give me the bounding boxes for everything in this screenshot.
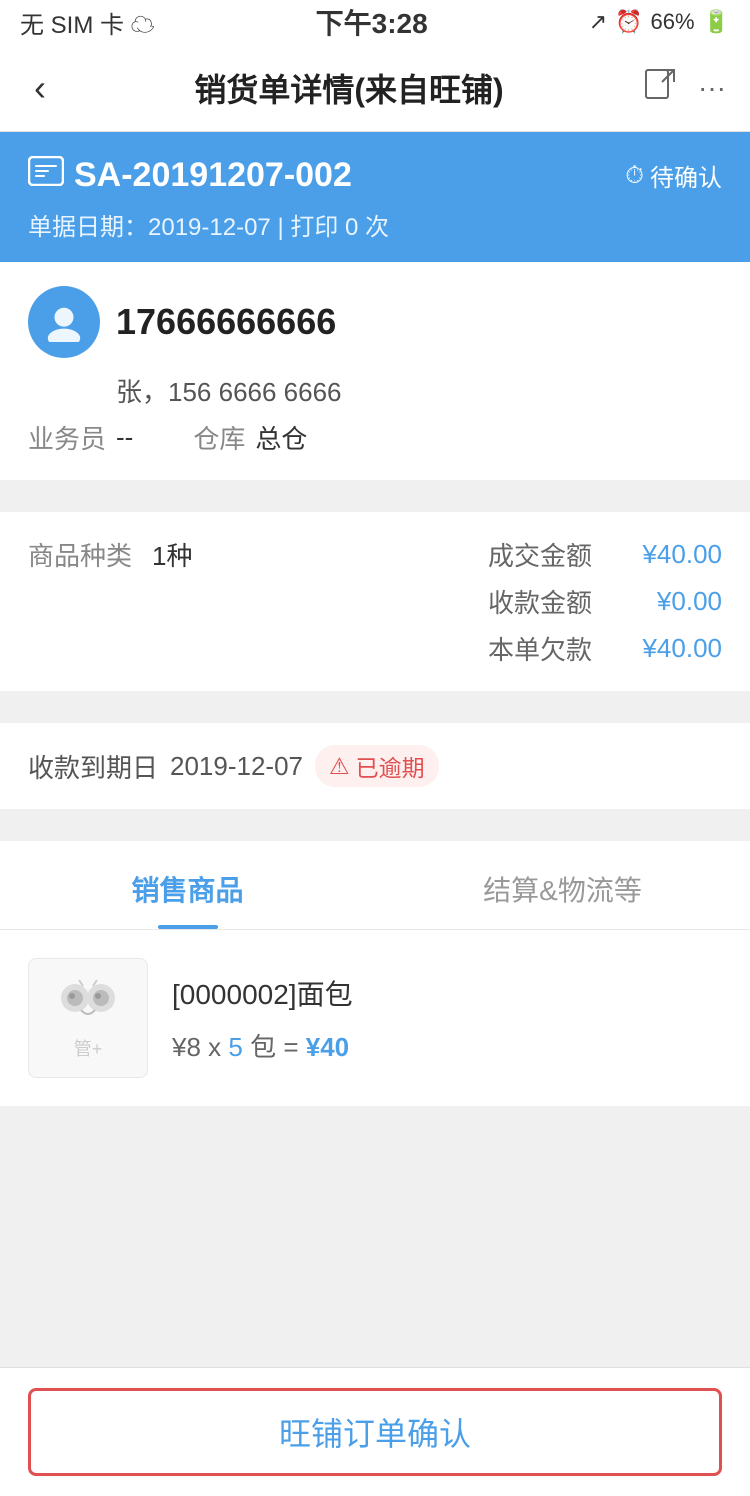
overdue-badge: ⚠ 已逾期 [315, 745, 439, 787]
alarm-icon: ⏰ [615, 9, 642, 35]
due-label: 收款到期日 [28, 748, 158, 785]
stats-left: 商品种类 1种 [28, 536, 192, 573]
stats-row-1: 收款金额 ¥0.00 [488, 583, 722, 620]
nav-actions: ··· [642, 66, 726, 109]
battery-icon: 🔋 [703, 9, 730, 35]
product-thumbnail: 管+ [28, 958, 148, 1078]
stats-row-2: 本单欠款 ¥40.00 [488, 630, 722, 667]
product-list: 管+ [0000002]面包 ¥8 x 5 包 = ¥40 [0, 930, 750, 1107]
more-button[interactable]: ··· [698, 72, 726, 104]
amount-label-2: 本单欠款 [488, 630, 592, 667]
tab-sales-products[interactable]: 销售商品 [0, 841, 375, 929]
amount-label-1: 收款金额 [488, 583, 592, 620]
amount-value-0: ¥40.00 [612, 539, 722, 570]
order-header-top: SA-20191207-002 ⏱ 待确认 [28, 156, 722, 195]
overdue-text: 已逾期 [356, 749, 425, 783]
product-type-label: 商品种类 [28, 536, 132, 573]
order-status: ⏱ 待确认 [625, 158, 722, 193]
divider-3 [0, 825, 750, 841]
status-right: ↗ ⏰ 66% 🔋 [589, 9, 730, 35]
customer-meta: 业务员 -- 仓库 总仓 [28, 419, 722, 456]
customer-section: 17666666666 张，156 6666 6666 业务员 -- 仓库 总仓 [0, 262, 750, 480]
share-button[interactable] [642, 66, 678, 109]
nav-bar: ‹ 销货单详情(来自旺铺) ··· [0, 44, 750, 132]
warehouse-value: 总仓 [255, 419, 307, 456]
stats-row-0: 成交金额 ¥40.00 [488, 536, 722, 573]
status-bar: 无 SIM 卡 ☁ 下午3:28 ↗ ⏰ 66% 🔋 [0, 0, 750, 44]
status-left: 无 SIM 卡 ☁ [20, 5, 155, 40]
sales-label: 业务员 [28, 419, 106, 456]
stats-right: 成交金额 ¥40.00 收款金额 ¥0.00 本单欠款 ¥40.00 [488, 536, 722, 667]
product-name: [0000002]面包 [172, 973, 722, 1013]
warehouse-label: 仓库 [193, 419, 245, 456]
amount-label-0: 成交金额 [488, 536, 592, 573]
divider-2 [0, 707, 750, 723]
product-total: ¥40 [306, 1032, 349, 1062]
product-type-value: 1种 [152, 536, 192, 573]
product-details: [0000002]面包 ¥8 x 5 包 = ¥40 [172, 973, 722, 1064]
tab-settlement[interactable]: 结算&物流等 [375, 841, 750, 929]
due-date: 2019-12-07 [170, 751, 303, 782]
clock-icon: ⏱ [625, 162, 644, 190]
customer-phone: 17666666666 [116, 301, 336, 343]
back-button[interactable]: ‹ [24, 57, 56, 119]
bottom-bar: 旺铺订单确认 [0, 1367, 750, 1496]
tabs-row: 销售商品 结算&物流等 [0, 841, 750, 930]
stats-section: 商品种类 1种 成交金额 ¥40.00 收款金额 ¥0.00 本单欠款 ¥40.… [0, 512, 750, 691]
order-header: SA-20191207-002 ⏱ 待确认 单据日期：2019-12-07 | … [0, 132, 750, 262]
product-item: 管+ [0000002]面包 ¥8 x 5 包 = ¥40 [0, 930, 750, 1107]
sales-meta: 业务员 -- [28, 419, 133, 456]
customer-avatar [28, 286, 100, 358]
sales-value: -- [116, 422, 133, 453]
due-section: 收款到期日 2019-12-07 ⚠ 已逾期 [0, 723, 750, 809]
amount-value-2: ¥40.00 [612, 633, 722, 664]
tabs-section: 销售商品 结算&物流等 [0, 841, 750, 930]
product-brand: 管+ [74, 1035, 103, 1061]
location-icon: ↗ [589, 9, 607, 35]
customer-name: 张，156 6666 6666 [28, 372, 722, 409]
divider-1 [0, 496, 750, 512]
order-date: 单据日期：2019-12-07 | 打印 0 次 [28, 207, 722, 242]
confirm-order-button[interactable]: 旺铺订单确认 [28, 1388, 722, 1476]
overdue-icon: ⚠ [329, 753, 350, 780]
customer-row: 17666666666 [28, 286, 722, 358]
order-icon [28, 156, 64, 195]
battery-level: 66% [651, 9, 695, 35]
page-title: 销货单详情(来自旺铺) [194, 65, 503, 111]
product-price-row: ¥8 x 5 包 = ¥40 [172, 1027, 722, 1064]
amount-value-1: ¥0.00 [612, 586, 722, 617]
empty-area [0, 1107, 750, 1367]
sim-status: 无 SIM 卡 ☁ [20, 5, 155, 40]
product-qty: 5 [228, 1032, 242, 1062]
status-time: 下午3:28 [316, 2, 428, 42]
product-logo: 管+ [53, 976, 123, 1061]
warehouse-meta: 仓库 总仓 [193, 419, 307, 456]
order-id: SA-20191207-002 [28, 156, 352, 195]
